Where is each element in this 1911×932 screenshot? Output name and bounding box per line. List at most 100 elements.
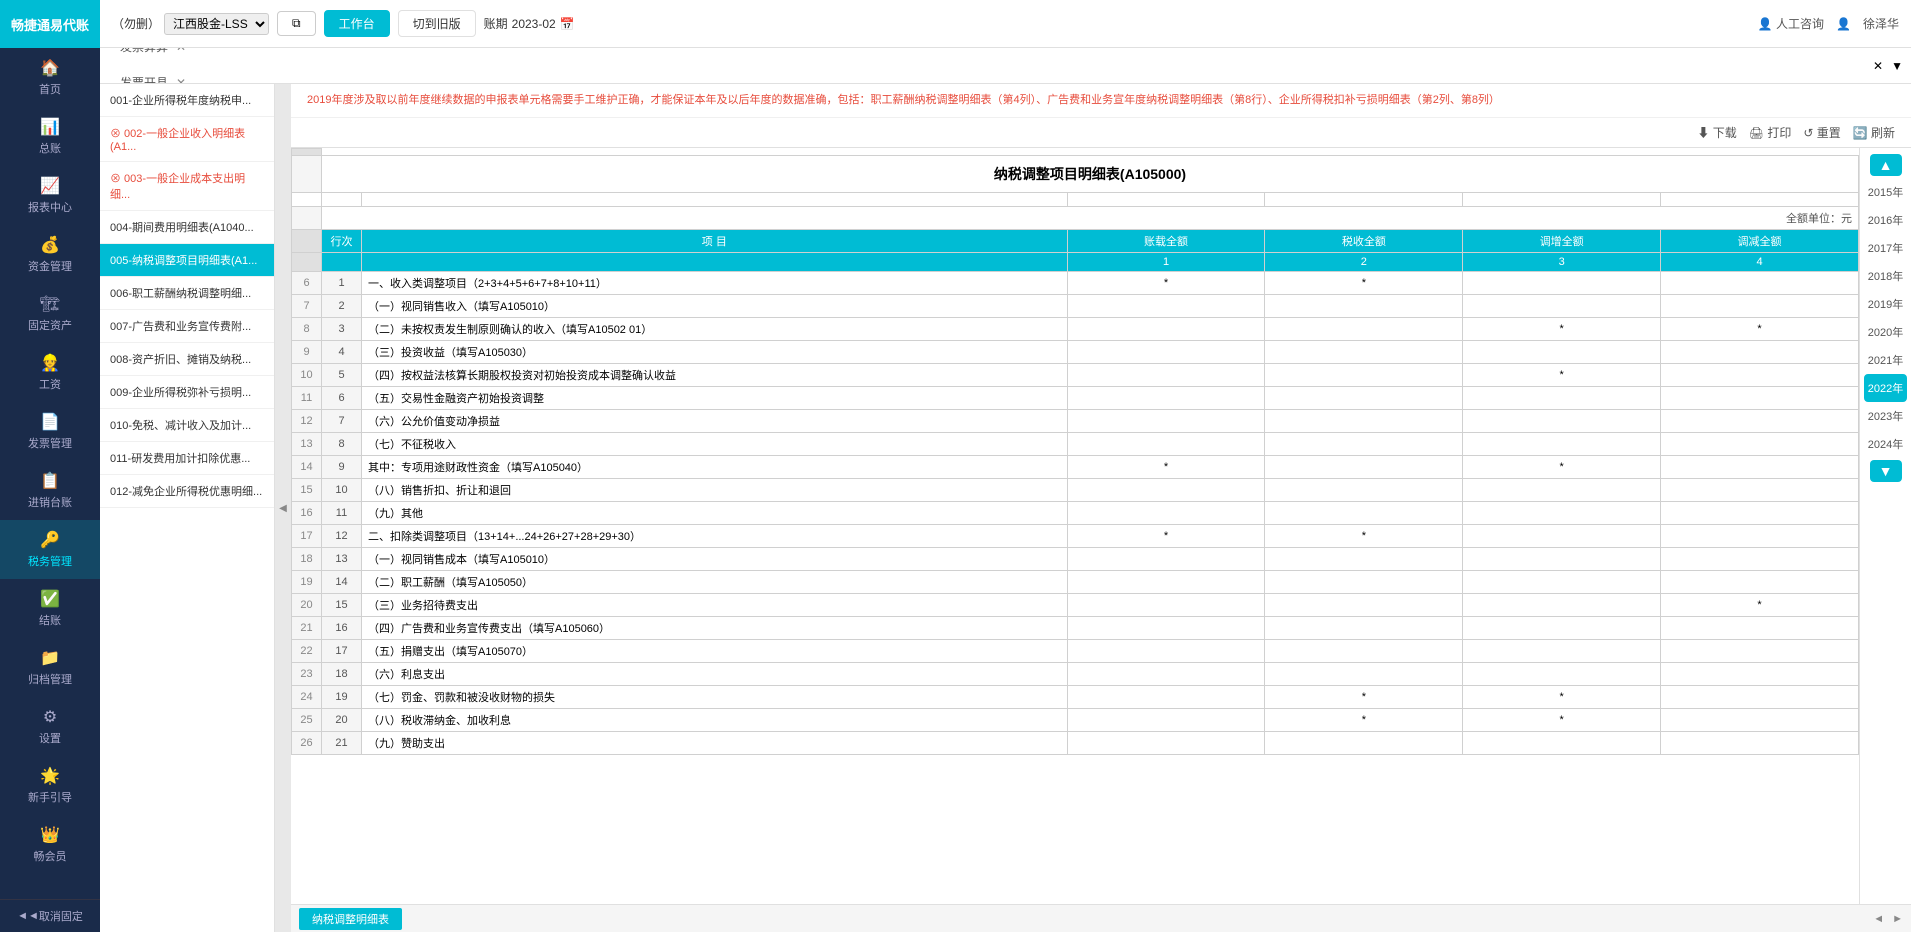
cell-value[interactable]: *	[1265, 685, 1463, 708]
cell-value[interactable]	[1661, 501, 1859, 524]
collapse-btn[interactable]: ◀	[275, 84, 291, 932]
cell-value[interactable]	[1265, 662, 1463, 685]
left-panel-item-3[interactable]: 004-期间费用明细表(A1040...	[100, 211, 274, 244]
cell-value[interactable]	[1067, 731, 1265, 754]
cell-value[interactable]	[1463, 616, 1661, 639]
sidebar-item-asset[interactable]: 🏗固定资产	[0, 284, 100, 343]
cell-value[interactable]	[1463, 386, 1661, 409]
left-panel-item-0[interactable]: 001-企业所得税年度纳税申...	[100, 84, 274, 117]
left-panel-item-11[interactable]: 012-减免企业所得税优惠明细...	[100, 475, 274, 508]
sidebar-item-archive[interactable]: 📁归档管理	[0, 638, 100, 697]
cell-value[interactable]	[1265, 409, 1463, 432]
left-panel-item-7[interactable]: 008-资产折旧、摊销及纳税...	[100, 343, 274, 376]
sidebar-item-close[interactable]: ✅结账	[0, 579, 100, 638]
tab-close-5[interactable]: ✕	[176, 76, 186, 85]
cell-value[interactable]	[1067, 708, 1265, 731]
more-icon[interactable]: ▼	[1891, 59, 1903, 73]
left-panel-item-5[interactable]: 006-职工薪酬纳税调整明细...	[100, 277, 274, 310]
sidebar-item-report[interactable]: 📈报表中心	[0, 166, 100, 225]
cell-value[interactable]	[1067, 409, 1265, 432]
cell-value[interactable]	[1463, 524, 1661, 547]
cell-value[interactable]	[1463, 547, 1661, 570]
scroll-left-btn[interactable]: ◄	[1873, 913, 1884, 925]
left-panel-item-2[interactable]: ⊗ 003-一般企业成本支出明细...	[100, 162, 274, 211]
cell-value[interactable]: *	[1463, 317, 1661, 340]
sidebar-item-invoice[interactable]: 📄发票管理	[0, 402, 100, 461]
left-panel-item-9[interactable]: 010-免税、减计收入及加计...	[100, 409, 274, 442]
cell-value[interactable]	[1661, 616, 1859, 639]
year-item-2017年[interactable]: 2017年	[1864, 234, 1907, 262]
cell-value[interactable]	[1661, 570, 1859, 593]
cell-value[interactable]: *	[1463, 708, 1661, 731]
cell-value[interactable]	[1463, 478, 1661, 501]
left-panel-item-4[interactable]: 005-纳税调整项目明细表(A1...	[100, 244, 274, 277]
year-down-btn[interactable]: ▼	[1870, 460, 1902, 482]
cell-value[interactable]	[1067, 363, 1265, 386]
sidebar-item-home[interactable]: 🏠首页	[0, 48, 100, 107]
sidebar-item-tax[interactable]: 🔑税务管理	[0, 520, 100, 579]
left-panel-item-1[interactable]: ⊗ 002-一般企业收入明细表(A1...	[100, 117, 274, 162]
cell-value[interactable]	[1661, 547, 1859, 570]
cell-value[interactable]: *	[1463, 363, 1661, 386]
cell-value[interactable]	[1661, 478, 1859, 501]
year-item-2016年[interactable]: 2016年	[1864, 206, 1907, 234]
user-name[interactable]: 徐泽华	[1863, 15, 1899, 32]
cell-value[interactable]	[1265, 639, 1463, 662]
cell-value[interactable]	[1463, 409, 1661, 432]
cell-value[interactable]	[1265, 593, 1463, 616]
cell-value[interactable]	[1661, 271, 1859, 294]
close-all-icon[interactable]: ✕	[1873, 59, 1883, 73]
cell-value[interactable]	[1265, 547, 1463, 570]
cell-value[interactable]: *	[1661, 317, 1859, 340]
cell-value[interactable]: *	[1661, 593, 1859, 616]
cell-value[interactable]	[1265, 731, 1463, 754]
cell-value[interactable]: *	[1265, 524, 1463, 547]
year-item-2021年[interactable]: 2021年	[1864, 346, 1907, 374]
cell-value[interactable]	[1661, 294, 1859, 317]
cell-value[interactable]	[1067, 340, 1265, 363]
cell-value[interactable]	[1067, 616, 1265, 639]
cell-value[interactable]	[1265, 340, 1463, 363]
cell-value[interactable]: *	[1463, 685, 1661, 708]
cell-value[interactable]	[1463, 731, 1661, 754]
sidebar-item-settings[interactable]: ⚙设置	[0, 697, 100, 756]
left-panel-item-6[interactable]: 007-广告费和业务宣传费附...	[100, 310, 274, 343]
cell-value[interactable]	[1463, 501, 1661, 524]
cell-value[interactable]	[1661, 386, 1859, 409]
year-item-2020年[interactable]: 2020年	[1864, 318, 1907, 346]
cell-value[interactable]	[1265, 570, 1463, 593]
sidebar-item-ledger[interactable]: 📊总账	[0, 107, 100, 166]
year-item-2022年[interactable]: 2022年	[1864, 374, 1907, 402]
cell-value[interactable]	[1661, 340, 1859, 363]
cell-value[interactable]	[1265, 616, 1463, 639]
sidebar-item-salary[interactable]: 👷工资	[0, 343, 100, 402]
download-btn[interactable]: ⬇ 下载	[1697, 124, 1736, 141]
cell-value[interactable]	[1661, 455, 1859, 478]
cell-value[interactable]	[1463, 639, 1661, 662]
cell-value[interactable]	[1265, 386, 1463, 409]
cell-value[interactable]	[1067, 478, 1265, 501]
cell-value[interactable]: *	[1463, 455, 1661, 478]
sidebar-item-member[interactable]: 👑畅会员	[0, 815, 100, 874]
cell-value[interactable]	[1463, 662, 1661, 685]
cell-value[interactable]: *	[1067, 455, 1265, 478]
cell-value[interactable]	[1661, 662, 1859, 685]
cell-value[interactable]	[1463, 432, 1661, 455]
bottom-tab[interactable]: 纳税调整明细表	[299, 908, 402, 930]
cell-value[interactable]	[1661, 409, 1859, 432]
year-item-2018年[interactable]: 2018年	[1864, 262, 1907, 290]
cell-value[interactable]	[1661, 432, 1859, 455]
cell-value[interactable]	[1067, 547, 1265, 570]
scroll-right-btn[interactable]: ►	[1892, 913, 1903, 925]
cell-value[interactable]	[1265, 317, 1463, 340]
cell-value[interactable]	[1067, 317, 1265, 340]
cell-value[interactable]	[1463, 340, 1661, 363]
cell-value[interactable]	[1067, 685, 1265, 708]
unpin-button[interactable]: ◄◄ 取消固定	[0, 899, 100, 932]
cell-value[interactable]	[1067, 593, 1265, 616]
service-btn[interactable]: 👤 人工咨询	[1758, 15, 1824, 32]
cell-value[interactable]	[1265, 501, 1463, 524]
cell-value[interactable]	[1661, 524, 1859, 547]
cell-value[interactable]	[1067, 294, 1265, 317]
year-item-2024年[interactable]: 2024年	[1864, 430, 1907, 458]
